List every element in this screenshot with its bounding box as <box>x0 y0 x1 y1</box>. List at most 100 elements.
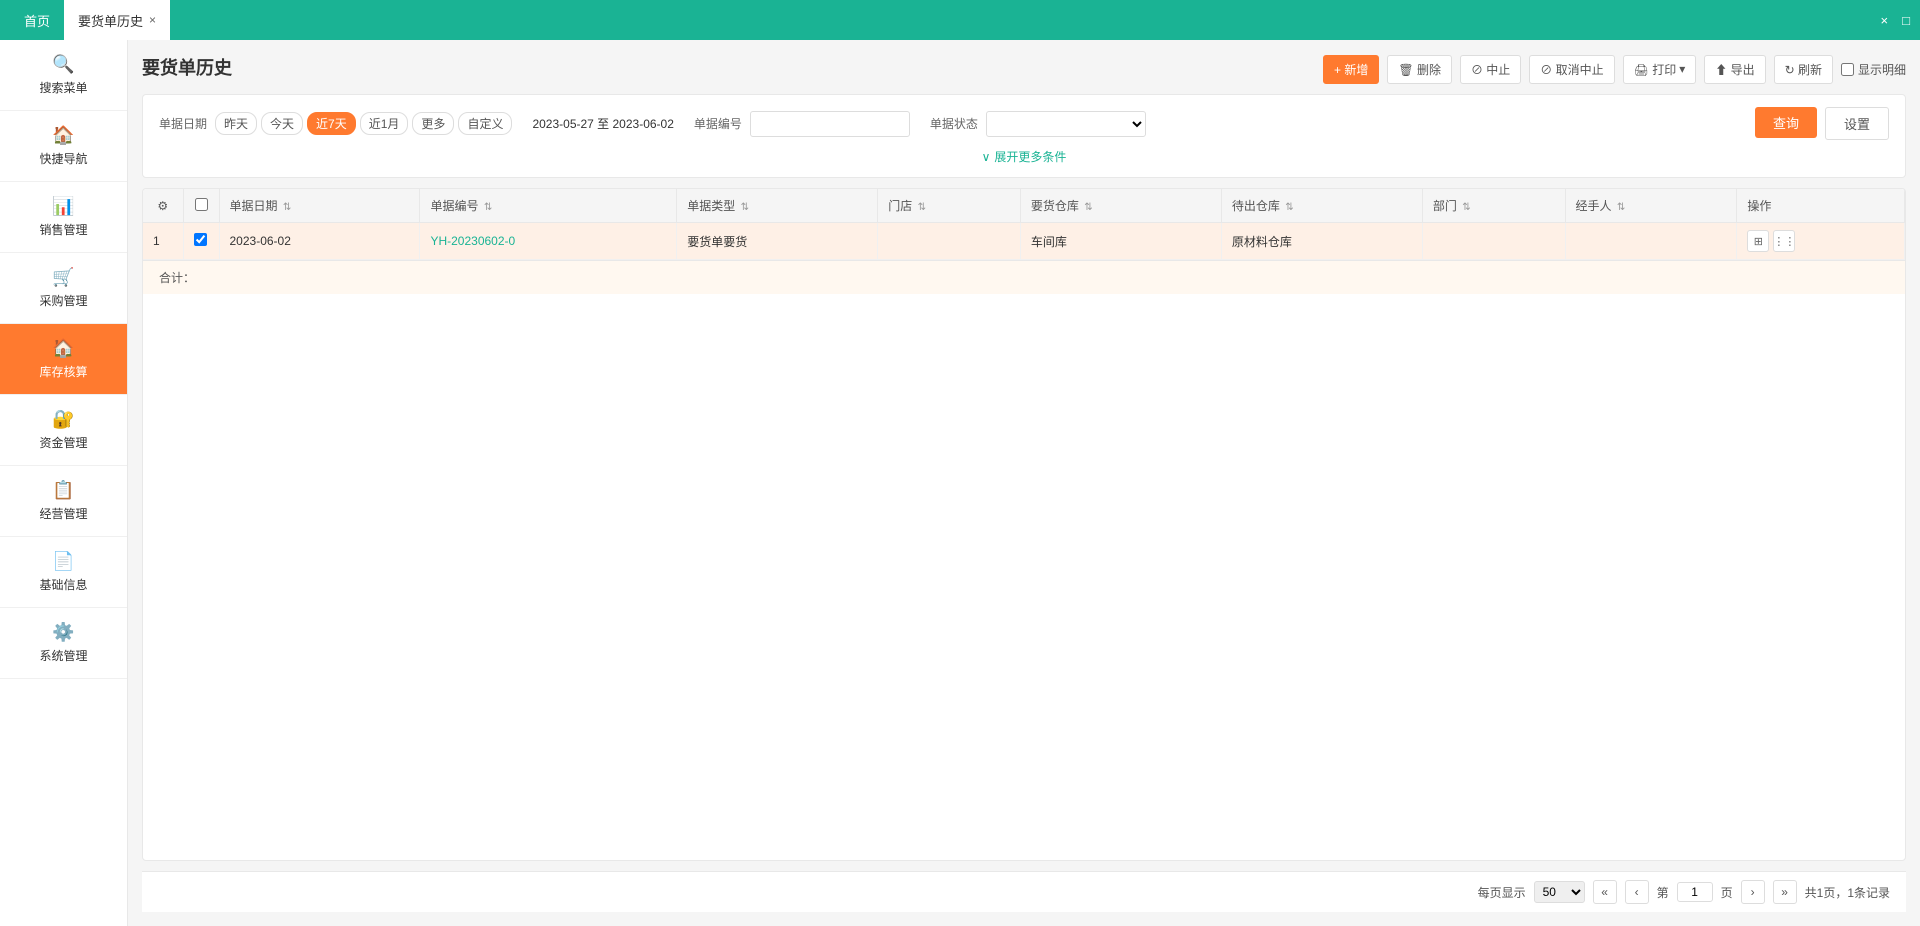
col-store-label: 门店 <box>888 199 912 213</box>
sidebar-item-search[interactable]: 🔍 搜索菜单 <box>0 40 127 111</box>
page-title: 要货单历史 <box>142 54 232 80</box>
sidebar-item-operation-label: 经营管理 <box>39 505 87 522</box>
display-toggle-label: 显示明细 <box>1858 61 1906 78</box>
sidebar-item-finance-label: 资金管理 <box>39 434 87 451</box>
col-store[interactable]: 门店 ⇅ <box>878 189 1021 223</box>
cell-handler <box>1565 223 1737 260</box>
cell-pendingwarehouse: 原材料仓库 <box>1221 223 1422 260</box>
col-pendingwarehouse[interactable]: 待出仓库 ⇅ <box>1221 189 1422 223</box>
date-btn-today[interactable]: 今天 <box>261 112 303 135</box>
action-btns: 查询 设置 <box>1755 107 1889 140</box>
select-all-checkbox[interactable] <box>195 198 208 211</box>
cell-ops: ⊞ ⋮⋮ <box>1737 223 1905 260</box>
cancel-stop-button[interactable]: ⊘ 取消中止 <box>1529 55 1614 84</box>
content-area: 要货单历史 + 新增 🗑 删除 ⊘ 中止 ⊘ 取消中止 🖨 打印 ▾ <box>128 40 1920 926</box>
delete-button-label: 🗑 删除 <box>1398 61 1441 78</box>
filter-panel: 单据日期 昨天 今天 近7天 近1月 更多 自定义 2023-05-27 至 2… <box>142 94 1906 178</box>
sidebar-item-system[interactable]: ⚙️ 系统管理 <box>0 608 127 679</box>
col-handler-label: 经手人 <box>1576 199 1612 213</box>
date-filter-item: 单据日期 昨天 今天 近7天 近1月 更多 自定义 <box>159 112 512 135</box>
sidebar-item-sales[interactable]: 📊 销售管理 <box>0 182 127 253</box>
base-icon: 📄 <box>52 551 74 572</box>
new-button[interactable]: + 新增 <box>1323 55 1379 84</box>
expand-more[interactable]: ∨ 展开更多条件 <box>159 148 1889 165</box>
col-doctype[interactable]: 单据类型 ⇅ <box>677 189 878 223</box>
sidebar-item-purchase[interactable]: 🛒 采购管理 <box>0 253 127 324</box>
page-size-select[interactable]: 50 10 20 100 <box>1534 881 1585 903</box>
sidebar-item-base-label: 基础信息 <box>39 576 87 593</box>
date-range-display: 2023-05-27 至 2023-06-02 <box>532 115 673 132</box>
sidebar-item-base[interactable]: 📄 基础信息 <box>0 537 127 608</box>
sidebar-item-sales-label: 销售管理 <box>39 221 87 238</box>
first-page-btn[interactable]: « <box>1593 880 1617 904</box>
tab-history-close[interactable]: × <box>149 13 156 27</box>
page-number-input[interactable] <box>1677 882 1713 902</box>
col-docno[interactable]: 单据编号 ⇅ <box>420 189 677 223</box>
cell-checkbox <box>183 223 219 260</box>
row-view-btn[interactable]: ⊞ <box>1747 230 1769 252</box>
page-size-label: 每页显示 <box>1478 884 1526 901</box>
col-date[interactable]: 单据日期 ⇅ <box>219 189 420 223</box>
display-toggle: 显示明细 <box>1841 61 1906 78</box>
col-reqwarehouse[interactable]: 要货仓库 ⇅ <box>1020 189 1221 223</box>
col-doctype-sort-icon: ⇅ <box>741 202 749 213</box>
tab-home[interactable]: 首页 <box>10 0 64 40</box>
prev-page-btn[interactable]: ‹ <box>1625 880 1649 904</box>
date-btn-more[interactable]: 更多 <box>412 112 454 135</box>
stop-button[interactable]: ⊘ 中止 <box>1460 55 1521 84</box>
next-page-btn[interactable]: › <box>1741 880 1765 904</box>
date-btn-custom[interactable]: 自定义 <box>458 112 512 135</box>
export-button[interactable]: ⬆ 导出 <box>1704 55 1765 84</box>
row-more-btn[interactable]: ⋮⋮ <box>1773 230 1795 252</box>
docno-link[interactable]: YH-20230602-0 <box>430 234 515 248</box>
footer-total-label: 合计： <box>159 269 195 286</box>
docno-filter-input[interactable] <box>750 111 910 137</box>
cell-doctype: 要货单要货 <box>677 223 878 260</box>
query-button[interactable]: 查询 <box>1755 107 1817 138</box>
row-checkbox[interactable] <box>194 233 207 246</box>
col-docno-label: 单据编号 <box>430 199 478 213</box>
date-btn-yesterday[interactable]: 昨天 <box>215 112 257 135</box>
tab-history[interactable]: 要货单历史 × <box>64 0 170 40</box>
page-prefix: 第 <box>1657 884 1669 901</box>
top-bar-right: × □ <box>1881 13 1910 28</box>
window-maximize-btn[interactable]: □ <box>1902 13 1910 28</box>
col-date-label: 单据日期 <box>230 199 278 213</box>
sidebar-item-shortcut[interactable]: 🏠 快捷导航 <box>0 111 127 182</box>
cell-store <box>878 223 1021 260</box>
delete-button[interactable]: 🗑 删除 <box>1387 55 1452 84</box>
cell-docno: YH-20230602-0 <box>420 223 677 260</box>
refresh-button[interactable]: ↻ 刷新 <box>1774 55 1833 84</box>
col-dept[interactable]: 部门 ⇅ <box>1422 189 1565 223</box>
display-toggle-checkbox[interactable] <box>1841 63 1854 76</box>
col-settings[interactable]: ⚙ <box>143 189 183 223</box>
toolbar: + 新增 🗑 删除 ⊘ 中止 ⊘ 取消中止 🖨 打印 ▾ ⬆ 导出 <box>1323 55 1906 84</box>
date-range-btns: 昨天 今天 近7天 近1月 更多 自定义 <box>215 112 512 135</box>
setting-button-label: 设置 <box>1844 117 1870 132</box>
col-handler[interactable]: 经手人 ⇅ <box>1565 189 1737 223</box>
setting-button[interactable]: 设置 <box>1825 107 1889 140</box>
col-doctype-label: 单据类型 <box>687 199 735 213</box>
col-ops: 操作 <box>1737 189 1905 223</box>
sidebar-item-inventory[interactable]: 🏠 库存核算 <box>0 324 127 395</box>
print-button[interactable]: 🖨 打印 ▾ <box>1623 55 1697 84</box>
col-handler-sort-icon: ⇅ <box>1617 202 1625 213</box>
window-close-btn[interactable]: × <box>1881 13 1889 28</box>
status-filter-select[interactable] <box>986 111 1146 137</box>
last-page-btn[interactable]: » <box>1773 880 1797 904</box>
cancel-stop-button-label: ⊘ 取消中止 <box>1540 61 1603 78</box>
col-pendingwarehouse-sort-icon: ⇅ <box>1285 202 1293 213</box>
date-btn-1month[interactable]: 近1月 <box>360 112 409 135</box>
table-wrapper: ⚙ 单据日期 ⇅ 单据编号 ⇅ 单据类型 <box>142 188 1906 861</box>
table-footer: 合计： <box>143 260 1905 294</box>
main-layout: 🔍 搜索菜单 🏠 快捷导航 📊 销售管理 🛒 采购管理 🏠 库存核算 🔐 资金管… <box>0 40 1920 926</box>
print-dropdown-icon[interactable]: ▾ <box>1679 62 1685 76</box>
date-btn-7days[interactable]: 近7天 <box>307 112 356 135</box>
stop-button-label: ⊘ 中止 <box>1471 61 1510 78</box>
top-bar: 首页 要货单历史 × × □ <box>0 0 1920 40</box>
col-reqwarehouse-label: 要货仓库 <box>1031 199 1079 213</box>
sidebar-item-system-label: 系统管理 <box>39 647 87 664</box>
sidebar-item-finance[interactable]: 🔐 资金管理 <box>0 395 127 466</box>
pagination: 每页显示 50 10 20 100 « ‹ 第 页 › » 共1页，1条记录 <box>142 871 1906 912</box>
sidebar-item-operation[interactable]: 📋 经营管理 <box>0 466 127 537</box>
